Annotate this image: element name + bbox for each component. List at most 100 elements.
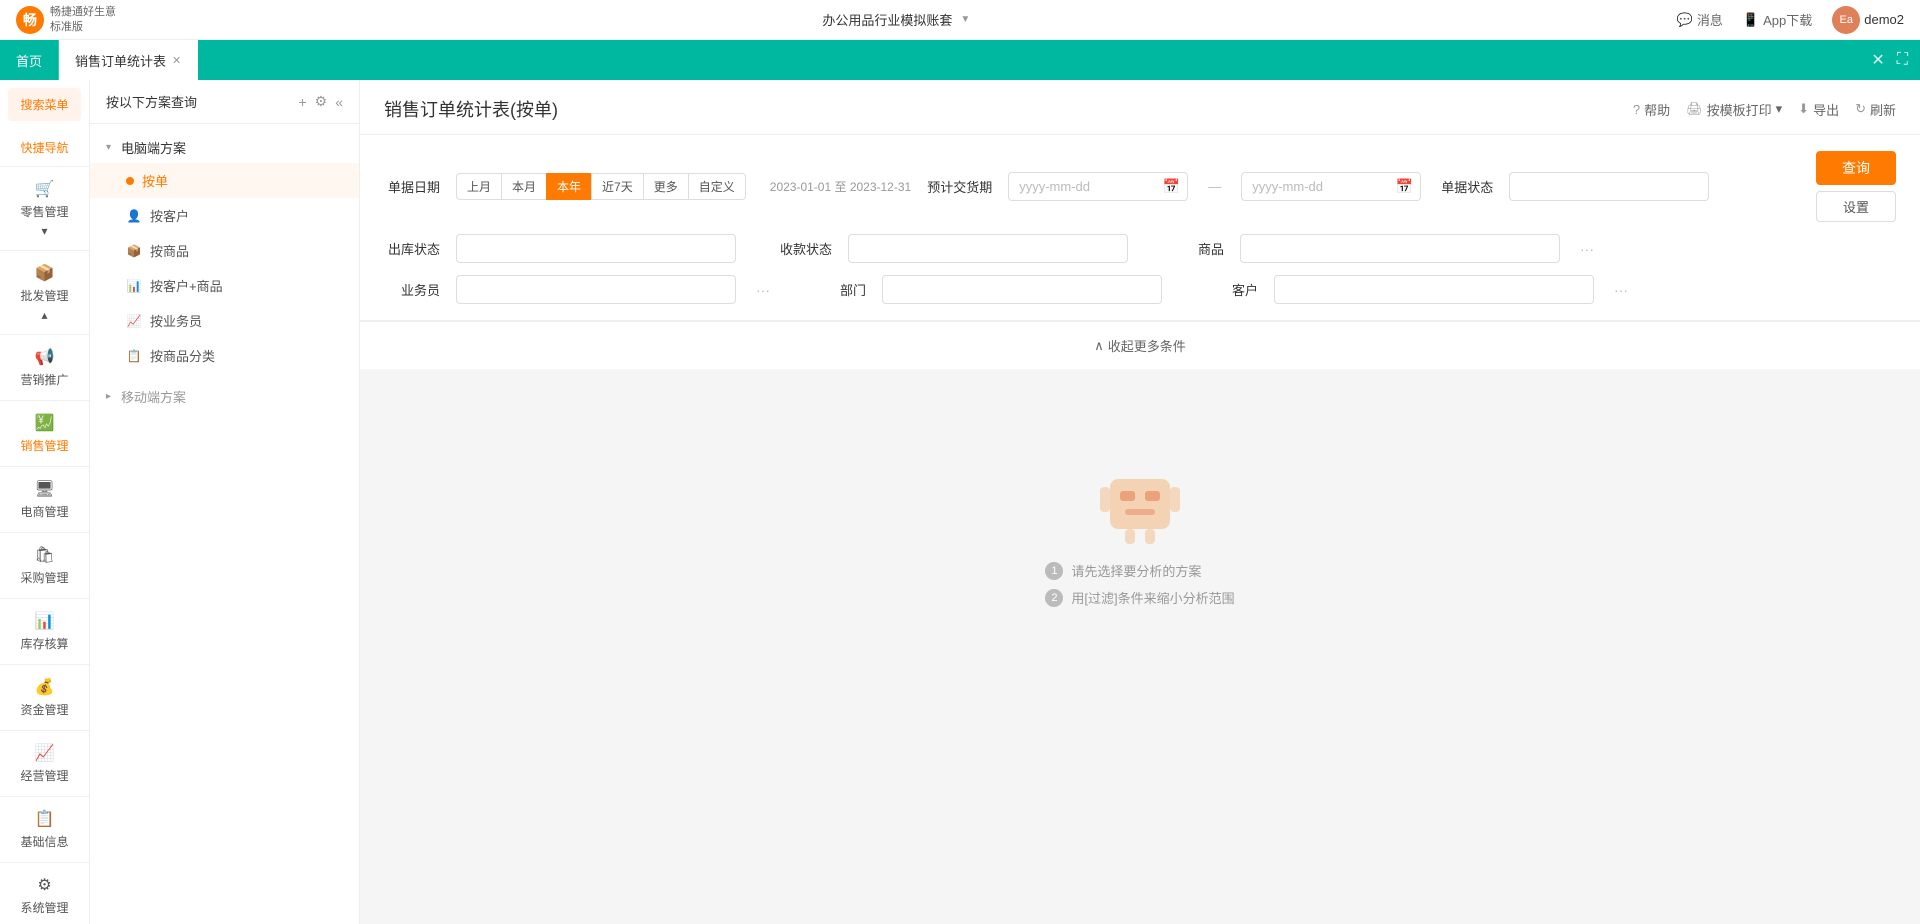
sidebar-item-operations-label: 经营管理	[20, 767, 68, 784]
operations-icon: 📈	[35, 743, 55, 763]
sidebar-item-finance[interactable]: 💰 资金管理	[0, 665, 89, 731]
by-salesperson-icon: 📈	[126, 313, 142, 329]
analysis-item-by-product-label: 按商品	[150, 241, 189, 260]
delivery-status-field	[456, 234, 736, 263]
collection-status-select[interactable]	[848, 234, 1128, 263]
export-action[interactable]: ⬇ 导出	[1798, 100, 1839, 119]
salesperson-label: 业务员	[384, 280, 440, 299]
sidebar-item-wholesale-label: 批发管理	[20, 287, 68, 304]
customer-label: 客户	[1202, 280, 1258, 299]
help-action[interactable]: ? 帮助	[1633, 100, 1670, 119]
date-btn-more[interactable]: 更多	[643, 173, 688, 200]
message-label: 消息	[1697, 10, 1723, 29]
top-bar-left: 畅 畅捷通好生意 标准版	[16, 5, 116, 34]
search-menu-button[interactable]: 搜索菜单	[8, 88, 81, 121]
product-dots[interactable]: ···	[1580, 241, 1594, 257]
date-btn-this-month[interactable]: 本月	[501, 173, 546, 200]
date-btn-custom[interactable]: 自定义	[688, 173, 746, 200]
customer-input[interactable]	[1274, 275, 1594, 304]
tab-order-stats[interactable]: 销售订单统计表 ✕	[59, 40, 198, 80]
pc-group-label: 电脑端方案	[121, 138, 186, 157]
product-field	[1240, 234, 1560, 263]
search-button[interactable]: 查询	[1816, 151, 1896, 185]
user-area[interactable]: Ea demo2	[1832, 6, 1904, 34]
sidebar-item-purchase[interactable]: 🛍 采购管理	[0, 533, 89, 599]
date-btn-this-year[interactable]: 本年	[546, 173, 591, 200]
sidebar-item-marketing[interactable]: 📢 营销推广	[0, 335, 89, 401]
tip2-num: 2	[1045, 589, 1063, 607]
department-label: 部门	[810, 280, 866, 299]
sidebar-item-basic[interactable]: 📋 基础信息	[0, 797, 89, 863]
sidebar-item-wholesale[interactable]: 📦 批发管理 ▴	[0, 251, 89, 335]
by-category-icon: 📋	[126, 348, 142, 364]
order-status-select[interactable]	[1509, 172, 1709, 201]
left-panel-actions: + ⚙ «	[298, 93, 343, 110]
message-action[interactable]: 💬 消息	[1677, 10, 1723, 29]
app-download-action[interactable]: 📱 App下载	[1743, 10, 1812, 29]
date-btn-last-month[interactable]: 上月	[456, 173, 501, 200]
sidebar-item-inventory[interactable]: 📊 库存核算	[0, 599, 89, 665]
sidebar-item-sales[interactable]: 💹 销售管理	[0, 401, 89, 467]
tab-home[interactable]: 首页	[0, 40, 59, 80]
tab-bar-actions: ✕ ⛶	[1859, 40, 1920, 80]
sidebar-item-operations[interactable]: 📈 经营管理	[0, 731, 89, 797]
sidebar-item-ecommerce[interactable]: 🖥 电商管理	[0, 467, 89, 533]
top-bar-right: 💬 消息 📱 App下载 Ea demo2	[1677, 6, 1904, 34]
sidebar-item-basic-label: 基础信息	[20, 833, 68, 850]
empty-illustration	[1080, 449, 1200, 549]
analysis-item-by-product[interactable]: 📦 按商品	[90, 233, 359, 268]
purchase-icon: 🛍	[34, 545, 54, 565]
quick-nav[interactable]: 快捷导航	[0, 129, 89, 167]
analysis-item-by-order[interactable]: 按单	[90, 163, 359, 198]
ecommerce-icon: 🖥	[34, 479, 54, 499]
filter-section: 单据日期 上月 本月 本年 近7天 更多 自定义 2023-01-01 至 20…	[360, 135, 1920, 321]
analysis-item-by-salesperson-label: 按业务员	[150, 311, 202, 330]
pc-group-header[interactable]: ▾ 电脑端方案	[90, 132, 359, 163]
customer-dots[interactable]: ···	[1614, 282, 1628, 298]
sidebar-item-marketing-label: 营销推广	[20, 371, 68, 388]
expected-date-start-input[interactable]	[1008, 172, 1188, 201]
company-dropdown-arrow[interactable]: ▼	[960, 14, 970, 25]
collapse-panel-btn[interactable]: «	[335, 94, 343, 110]
date-btn-7days[interactable]: 近7天	[591, 173, 643, 200]
print-action[interactable]: 🖨 按模板打印 ▾	[1686, 100, 1782, 119]
window-close-btn[interactable]: ✕	[1871, 50, 1884, 70]
add-scheme-btn[interactable]: +	[298, 94, 306, 110]
collapse-conditions-btn[interactable]: ∧ 收起更多条件	[1074, 330, 1206, 361]
sidebar-item-system[interactable]: ⚙ 系统管理	[0, 863, 89, 924]
by-product-icon: 📦	[126, 243, 142, 259]
logo-initial: 畅	[23, 10, 37, 30]
sidebar-top: 搜索菜单	[0, 80, 89, 129]
tab-bar: 首页 销售订单统计表 ✕ ✕ ⛶	[0, 40, 1920, 80]
user-avatar-text: Ea	[1840, 14, 1853, 26]
sidebar-item-retail[interactable]: 🛒 零售管理 ▾	[0, 167, 89, 251]
analysis-item-by-customer-product-label: 按客户+商品	[150, 276, 223, 295]
refresh-action[interactable]: ↻ 刷新	[1855, 100, 1896, 119]
department-select[interactable]	[882, 275, 1162, 304]
empty-tip-1: 1 请先选择要分析的方案	[1045, 561, 1234, 580]
filter-row-3: 业务员 ··· 部门 客户 ···	[384, 275, 1896, 304]
expected-date-end-input[interactable]	[1241, 172, 1421, 201]
product-input[interactable]	[1240, 234, 1560, 263]
left-panel-title: 按以下方案查询	[106, 92, 197, 111]
sidebar-item-inventory-label: 库存核算	[20, 635, 68, 652]
logo-area: 畅 畅捷通好生意 标准版	[16, 5, 116, 34]
window-maximize-btn[interactable]: ⛶	[1897, 51, 1908, 69]
analysis-item-by-customer-product[interactable]: 📊 按客户+商品	[90, 268, 359, 303]
analysis-item-by-salesperson[interactable]: 📈 按业务员	[90, 303, 359, 338]
mobile-group-header[interactable]: ▸ 移动端方案	[90, 381, 359, 412]
settings-scheme-btn[interactable]: ⚙	[315, 93, 328, 110]
retail-arrow: ▾	[41, 224, 47, 238]
sidebar-item-ecommerce-label: 电商管理	[20, 503, 68, 520]
date-label: 单据日期	[384, 177, 440, 196]
analysis-item-by-customer[interactable]: 👤 按客户	[90, 198, 359, 233]
analysis-item-by-category[interactable]: 📋 按商品分类	[90, 338, 359, 373]
salesperson-input[interactable]	[456, 275, 736, 304]
salesperson-dots[interactable]: ···	[756, 282, 770, 298]
settings-button[interactable]: 设置	[1816, 191, 1896, 222]
tab-close-icon[interactable]: ✕	[172, 54, 181, 67]
delivery-status-select[interactable]	[456, 234, 736, 263]
delivery-status-label: 出库状态	[384, 239, 440, 258]
wholesale-icon: 📦	[35, 263, 55, 283]
date-shortcuts: 上月 本月 本年 近7天 更多 自定义	[456, 173, 746, 200]
